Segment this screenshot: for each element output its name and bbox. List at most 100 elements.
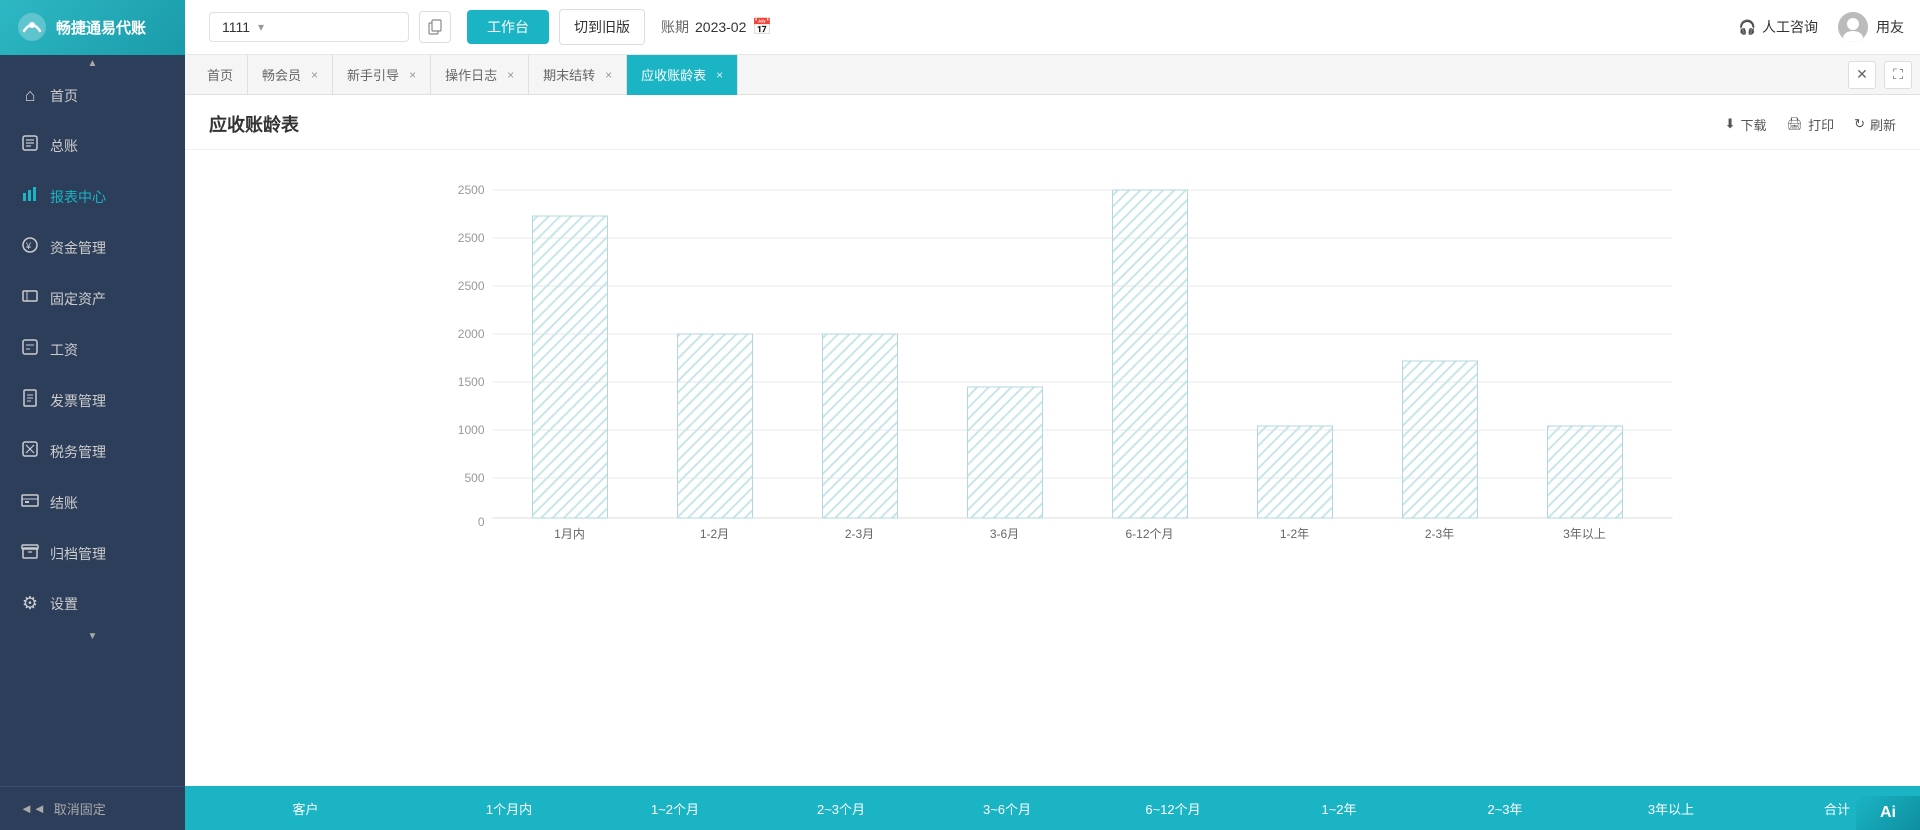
invoice-icon — [20, 389, 40, 412]
user-area[interactable]: 用友 — [1838, 12, 1904, 42]
col-label-3y: 3年以上 — [1648, 802, 1694, 817]
ai-badge[interactable]: Ai — [1856, 796, 1920, 830]
download-button[interactable]: ⬇ 下载 — [1725, 115, 1767, 134]
svg-text:1月内: 1月内 — [554, 527, 585, 541]
sidebar-item-settings[interactable]: ⚙ 设置 — [0, 579, 185, 628]
sidebar-scroll-down[interactable]: ▼ — [0, 628, 185, 644]
col-header-1m: 1个月内 — [426, 799, 592, 818]
sidebar-item-reports[interactable]: 报表中心 — [0, 171, 185, 222]
sidebar-item-home[interactable]: ⌂ 首页 — [0, 71, 185, 120]
workspace-button[interactable]: 工作台 — [467, 10, 549, 44]
col-label-6-12m: 6~12个月 — [1145, 802, 1200, 817]
tab-guide-label: 新手引导 — [347, 65, 399, 84]
col-label-1-2m: 1~2个月 — [651, 802, 699, 817]
switch-version-button[interactable]: 切到旧版 — [559, 9, 645, 45]
reports-icon — [20, 185, 40, 208]
page-content: 应收账龄表 ⬇ 下载 🖨 打印 ↻ 刷新 — [185, 95, 1920, 830]
sidebar-label-assets: 固定资产 — [50, 289, 106, 309]
funds-icon: ¥ — [20, 236, 40, 259]
tab-guide[interactable]: 新手引导 × — [333, 55, 431, 95]
svg-text:2500: 2500 — [458, 183, 485, 197]
print-icon: 🖨 — [1787, 116, 1804, 132]
sidebar-scroll-up[interactable]: ▲ — [0, 55, 185, 71]
col-label-1m: 1个月内 — [486, 802, 532, 817]
sidebar-label-settings: 设置 — [50, 594, 78, 614]
tab-member-close[interactable]: × — [311, 69, 318, 81]
col-header-2-3y: 2~3年 — [1422, 799, 1588, 818]
col-label-customer: 客户 — [292, 802, 318, 817]
tab-guide-close[interactable]: × — [409, 69, 416, 81]
tab-member[interactable]: 畅会员 × — [248, 55, 333, 95]
svg-text:2-3月: 2-3月 — [845, 527, 874, 541]
col-label-1-2y: 1~2年 — [1321, 802, 1356, 817]
print-label: 打印 — [1808, 115, 1834, 134]
consulting-label: 人工咨询 — [1762, 17, 1818, 37]
company-selector[interactable]: 1111 ▾ — [209, 12, 409, 42]
consulting-button[interactable]: 🎧 人工咨询 — [1739, 17, 1818, 37]
ai-badge-label: Ai — [1880, 804, 1896, 821]
headset-icon: 🎧 — [1739, 19, 1756, 36]
sidebar-item-assets[interactable]: 固定资产 — [0, 273, 185, 324]
sidebar-label-invoice: 发票管理 — [50, 391, 106, 411]
archive-icon — [20, 542, 40, 565]
sidebar-item-archive[interactable]: 归档管理 — [0, 528, 185, 579]
sidebar-item-funds[interactable]: ¥ 资金管理 — [0, 222, 185, 273]
col-header-2-3m: 2~3个月 — [758, 799, 924, 818]
col-header-1-2y: 1~2年 — [1256, 799, 1422, 818]
col-label-2-3y: 2~3年 — [1487, 802, 1522, 817]
tab-aging-close[interactable]: × — [716, 69, 723, 81]
top-header: 畅捷通易代账 1111 ▾ 工作台 切到旧版 账期 2023-02 📅 🎧 人工… — [0, 0, 1920, 55]
tab-yearend-close[interactable]: × — [605, 69, 612, 81]
company-name: 1111 — [222, 19, 250, 35]
sidebar-item-invoice[interactable]: 发票管理 — [0, 375, 185, 426]
copy-button[interactable] — [419, 11, 451, 43]
refresh-button[interactable]: ↻ 刷新 — [1854, 115, 1896, 134]
ledger-icon — [20, 134, 40, 157]
tab-oplog-close[interactable]: × — [507, 69, 514, 81]
sidebar-item-tax[interactable]: 税务管理 — [0, 426, 185, 477]
avatar — [1838, 12, 1868, 42]
tab-aging[interactable]: 应收账龄表 × — [627, 55, 738, 95]
tab-oplog-label: 操作日志 — [445, 65, 497, 84]
tab-bar: 首页 畅会员 × 新手引导 × 操作日志 × 期末结转 × 应收账龄表 × — [185, 55, 1920, 95]
sidebar-pin-toggle[interactable]: ◄◄ 取消固定 — [0, 786, 185, 830]
sidebar-item-checkout[interactable]: 结账 — [0, 477, 185, 528]
svg-text:1000: 1000 — [458, 423, 485, 437]
pin-icon: ◄◄ — [20, 801, 46, 816]
tab-home[interactable]: 首页 — [193, 55, 248, 95]
sidebar-label-tax: 税务管理 — [50, 442, 106, 462]
aging-chart: 2500 2500 2500 2000 1500 1000 500 0 — [209, 170, 1896, 550]
user-name: 用友 — [1876, 17, 1904, 37]
page-header: 应收账龄表 ⬇ 下载 🖨 打印 ↻ 刷新 — [185, 95, 1920, 150]
svg-text:0: 0 — [478, 515, 485, 529]
logo-icon — [16, 11, 48, 43]
svg-text:1-2月: 1-2月 — [700, 527, 729, 541]
fullscreen-button[interactable]: ⛶ — [1884, 61, 1912, 89]
col-label-total: 合计 — [1824, 802, 1850, 817]
tab-yearend[interactable]: 期末结转 × — [529, 55, 627, 95]
sidebar-label-reports: 报表中心 — [50, 187, 106, 207]
print-button[interactable]: 🖨 打印 — [1787, 115, 1835, 134]
calendar-icon[interactable]: 📅 — [752, 17, 772, 37]
sidebar-item-salary[interactable]: 工资 — [0, 324, 185, 375]
chevron-down-icon: ▾ — [258, 20, 264, 34]
svg-text:¥: ¥ — [25, 241, 32, 251]
page-title: 应收账龄表 — [209, 111, 299, 137]
checkout-icon — [20, 491, 40, 514]
logo-area: 畅捷通易代账 — [0, 0, 185, 55]
pin-label: 取消固定 — [54, 799, 106, 818]
sidebar-label-checkout: 结账 — [50, 493, 78, 513]
period-value: 2023-02 — [695, 19, 746, 35]
col-header-6-12m: 6~12个月 — [1090, 799, 1256, 818]
col-header-1-2m: 1~2个月 — [592, 799, 758, 818]
refresh-label: 刷新 — [1870, 115, 1896, 134]
sidebar: ▲ ⌂ 首页 总账 — [0, 55, 185, 830]
close-tab-button[interactable]: ✕ — [1848, 61, 1876, 89]
svg-text:1500: 1500 — [458, 375, 485, 389]
sidebar-item-ledger[interactable]: 总账 — [0, 120, 185, 171]
tab-oplog[interactable]: 操作日志 × — [431, 55, 529, 95]
download-icon: ⬇ — [1725, 116, 1736, 132]
salary-icon — [20, 338, 40, 361]
tax-icon — [20, 440, 40, 463]
sidebar-label-home: 首页 — [50, 86, 78, 106]
